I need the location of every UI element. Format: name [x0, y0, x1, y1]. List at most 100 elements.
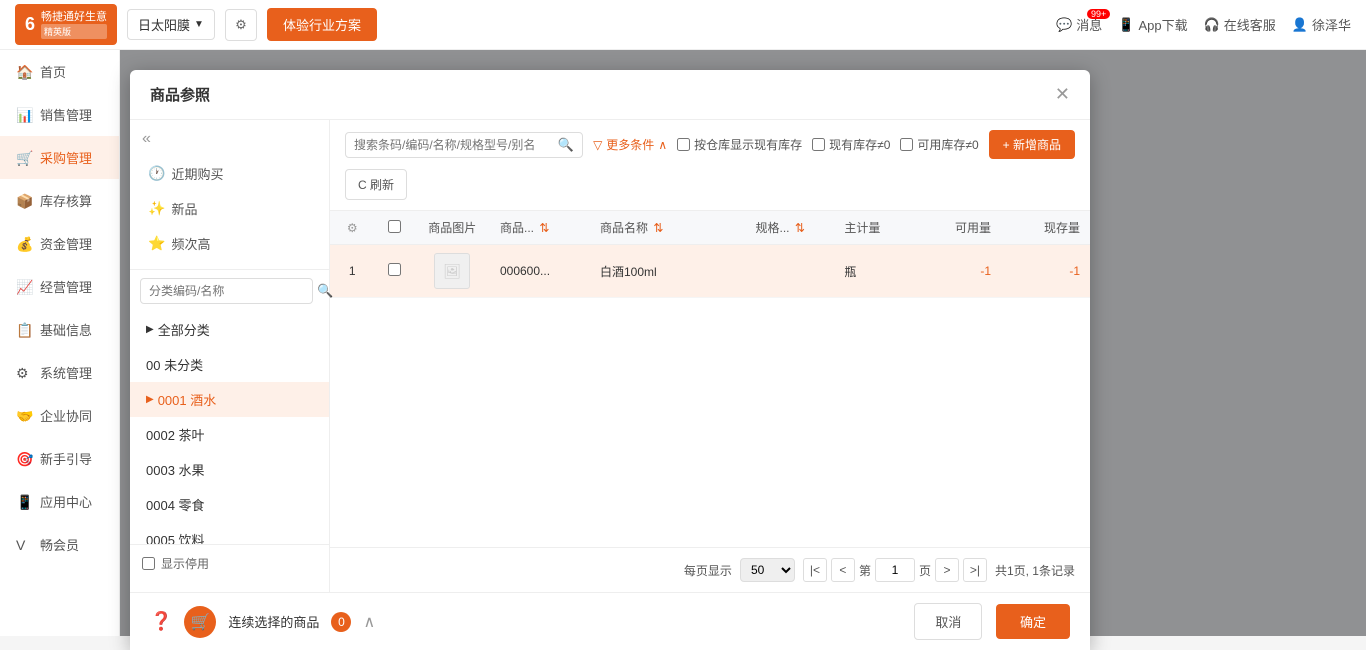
avail-nonzero-input[interactable]: [900, 138, 913, 151]
nav-right: 💬 消息 99+ 📱 App下载 🎧 在线客服 👤 徐泽华: [1056, 15, 1351, 34]
sidebar: 🏠 首页 📊 销售管理 🛒 采购管理 📦 库存核算 💰 资金管理 📈 经营管理 …: [0, 50, 120, 636]
bottom-right: 取消 确定: [914, 603, 1070, 640]
sidebar-item-apps[interactable]: 📱 应用中心: [0, 480, 119, 523]
filter-button[interactable]: ▽ 更多条件 ∧: [593, 136, 667, 153]
app-download-label: App下载: [1138, 15, 1187, 34]
sidebar-item-home[interactable]: 🏠 首页: [0, 50, 119, 93]
category-item-0003[interactable]: 0003 水果: [130, 452, 329, 487]
messages-item[interactable]: 💬 消息 99+: [1056, 15, 1102, 34]
user-item[interactable]: 👤 徐泽华: [1292, 15, 1351, 34]
category-item-0004[interactable]: 0004 零食: [130, 487, 329, 522]
app-download-item[interactable]: 📱 App下载: [1118, 15, 1187, 34]
category-search-input[interactable]: [140, 278, 313, 304]
category-item-0002[interactable]: 0002 茶叶: [130, 417, 329, 452]
nav-selector[interactable]: 日太阳膜 ▼: [127, 9, 215, 40]
checkbox-by-warehouse[interactable]: 按仓库显示现有库存: [677, 136, 802, 153]
quick-item-new[interactable]: ✨ 新品: [138, 191, 321, 226]
next-page-button[interactable]: >: [935, 558, 959, 582]
filter-icon: ▽: [593, 138, 602, 152]
collapse-up-icon[interactable]: ∧: [363, 612, 375, 632]
col-spec-header[interactable]: 规格... ⇅: [746, 211, 835, 245]
sidebar-item-basic-info[interactable]: 📋 基础信息: [0, 308, 119, 351]
inventory-icon: 📦: [16, 193, 32, 209]
col-code-label: 商品...: [500, 221, 534, 235]
sidebar-item-purchase[interactable]: 🛒 采购管理: [0, 136, 119, 179]
col-code-header[interactable]: 商品... ⇅: [490, 211, 590, 245]
search-icon[interactable]: 🔍: [558, 137, 574, 153]
gear-button[interactable]: ⚙: [225, 9, 257, 41]
expand-icon: ▶: [146, 394, 154, 405]
collapse-left-button[interactable]: «: [142, 130, 151, 148]
avail-nonzero-label: 可用库存≠0: [917, 136, 978, 153]
col-checkbox: [374, 211, 414, 245]
filter-label: 更多条件: [606, 136, 654, 153]
trial-button[interactable]: 体验行业方案: [267, 8, 377, 41]
online-service-item[interactable]: 🎧 在线客服: [1204, 15, 1276, 34]
row-select-checkbox[interactable]: [388, 263, 401, 276]
pagination-bar: 每页显示 50 20 100 |< < 第 页 >: [330, 547, 1090, 592]
category-item-00[interactable]: 00 未分类: [130, 347, 329, 382]
modal-left-panel: « 🕐 近期购买 ✨ 新品 ⭐ 频次高: [130, 120, 330, 592]
category-item-0005[interactable]: 0005 饮料: [130, 522, 329, 544]
purchase-icon: 🛒: [16, 150, 32, 166]
modal-right-panel: 🔍 ▽ 更多条件 ∧ 按仓库显示现有库存: [330, 120, 1090, 592]
show-disabled-checkbox[interactable]: 显示停用: [142, 555, 317, 572]
checkbox-stock-nonzero[interactable]: 现有库存≠0: [812, 136, 890, 153]
cart-icon[interactable]: 🛒: [184, 606, 216, 638]
page-size-select[interactable]: 50 20 100: [740, 558, 795, 582]
sidebar-item-inventory[interactable]: 📦 库存核算: [0, 179, 119, 222]
sidebar-item-label: 销售管理: [40, 105, 92, 124]
sidebar-item-enterprise[interactable]: 🤝 企业协同: [0, 394, 119, 437]
row-code: 000600...: [490, 245, 590, 298]
modal-close-button[interactable]: ✕: [1055, 84, 1070, 105]
sidebar-item-sales[interactable]: 📊 销售管理: [0, 93, 119, 136]
table-row[interactable]: 1 🖼 000600... 白酒100ml: [330, 245, 1090, 298]
category-item-all[interactable]: ▶ 全部分类: [130, 312, 329, 347]
sidebar-item-guide[interactable]: 🎯 新手引导: [0, 437, 119, 480]
table-settings-icon[interactable]: ⚙: [347, 221, 358, 235]
cancel-button[interactable]: 取消: [914, 603, 982, 640]
sidebar-item-label: 新手引导: [40, 449, 92, 468]
prev-page-button[interactable]: <: [831, 558, 855, 582]
stock-nonzero-input[interactable]: [812, 138, 825, 151]
sidebar-item-operations[interactable]: 📈 经营管理: [0, 265, 119, 308]
logo-icon: 6: [25, 14, 35, 35]
sidebar-item-label: 首页: [40, 62, 66, 81]
category-search-icon[interactable]: 🔍: [317, 283, 333, 299]
nav-arrow-icon: ▼: [194, 19, 204, 30]
last-page-button[interactable]: >|: [963, 558, 987, 582]
quick-item-frequent[interactable]: ⭐ 频次高: [138, 226, 321, 261]
sidebar-item-system[interactable]: ⚙ 系统管理: [0, 351, 119, 394]
quick-item-label: 近期购买: [171, 164, 223, 183]
sidebar-item-finance[interactable]: 💰 资金管理: [0, 222, 119, 265]
checkbox-avail-nonzero[interactable]: 可用库存≠0: [900, 136, 978, 153]
avatar-icon: 👤: [1292, 17, 1308, 33]
col-unit-header: 主计量: [834, 211, 912, 245]
modal-title: 商品参照: [150, 84, 210, 105]
quick-items: 🕐 近期购买 ✨ 新品 ⭐ 频次高: [130, 156, 329, 261]
expand-icon: ▶: [146, 324, 154, 335]
by-warehouse-input[interactable]: [677, 138, 690, 151]
nav-selector-label: 日太阳膜: [138, 15, 190, 34]
category-item-0001[interactable]: ▶ 0001 酒水: [130, 382, 329, 417]
sidebar-item-member[interactable]: V 畅会员: [0, 523, 119, 566]
quick-item-recent[interactable]: 🕐 近期购买: [138, 156, 321, 191]
sort-icon: ⇅: [795, 221, 805, 235]
first-page-button[interactable]: |<: [803, 558, 827, 582]
col-name-header[interactable]: 商品名称 ⇅: [590, 211, 746, 245]
top-nav: 6 畅捷通好生意 精英版 日太阳膜 ▼ ⚙ 体验行业方案 💬 消息 99+ 📱 …: [0, 0, 1366, 50]
count-badge: 0: [331, 612, 351, 632]
quick-item-label: 新品: [171, 199, 197, 218]
help-icon[interactable]: ❓: [150, 611, 172, 632]
username-label: 徐泽华: [1312, 15, 1351, 34]
product-search-input[interactable]: [354, 138, 554, 152]
page-number-input[interactable]: [875, 558, 915, 582]
add-product-button[interactable]: + 新增商品: [989, 130, 1075, 159]
show-disabled-input[interactable]: [142, 557, 155, 570]
refresh-button[interactable]: C 刷新: [345, 169, 407, 200]
message-icon: 💬: [1056, 17, 1072, 33]
divider: [130, 269, 329, 270]
sidebar-item-label: 畅会员: [40, 535, 79, 554]
select-all-checkbox[interactable]: [388, 220, 401, 233]
confirm-button[interactable]: 确定: [996, 604, 1070, 639]
